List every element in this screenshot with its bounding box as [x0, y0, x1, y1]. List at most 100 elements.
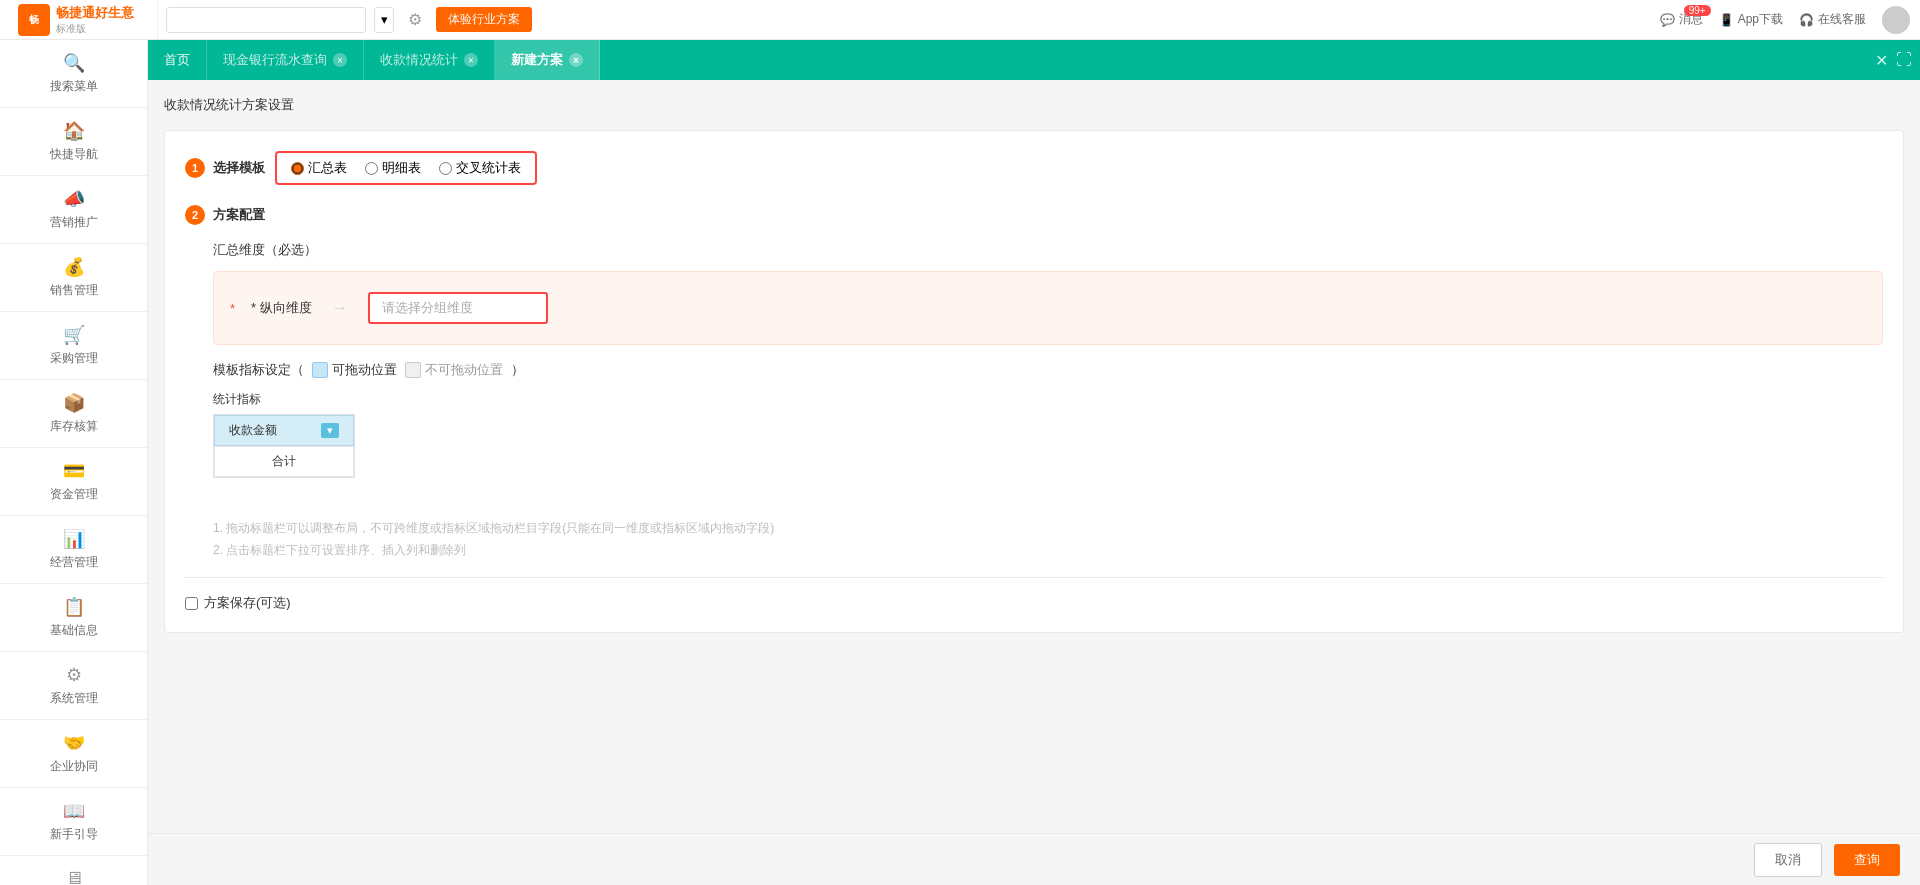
- metrics-cell-total: 合计: [214, 446, 354, 477]
- search-dropdown-btn[interactable]: ▾: [374, 7, 394, 33]
- save-option-row: 方案保存(可选): [185, 594, 1883, 612]
- tab-bar: 首页 现金银行流水查询 × 收款情况统计 × 新建方案 × ✕ ⛶: [148, 40, 1920, 80]
- cancel-button[interactable]: 取消: [1754, 843, 1822, 877]
- message-icon: 💬: [1660, 13, 1675, 27]
- user-avatar[interactable]: [1882, 6, 1910, 34]
- metrics-header-row: 收款金额 ▾: [214, 415, 354, 446]
- trial-btn[interactable]: 体验行业方案: [436, 7, 532, 32]
- fixed-indicator: 不可拖动位置: [405, 361, 503, 379]
- sidebar-item-hardware[interactable]: 🖥 智能硬件: [0, 856, 147, 885]
- service-btn[interactable]: 🎧 在线客服: [1799, 11, 1866, 28]
- sidebar-item-nav[interactable]: 🏠 快捷导航: [0, 108, 147, 176]
- collaboration-icon: 🤝: [63, 732, 85, 754]
- metrics-label-row: 模板指标设定（ 可拖动位置 不可拖动位置 ）: [213, 361, 1883, 379]
- step1-label: 选择模板: [213, 159, 265, 177]
- required-star: *: [230, 301, 235, 316]
- sidebar-item-collaboration[interactable]: 🤝 企业协同: [0, 720, 147, 788]
- tips-section: 1. 拖动标题栏可以调整布局，不可跨维度或指标区域拖动栏目字段(只能在同一维度或…: [213, 518, 1883, 561]
- download-icon: 📱: [1719, 13, 1734, 27]
- sidebar-label-management: 经营管理: [50, 554, 98, 571]
- tab-collection-stats-close[interactable]: ×: [464, 53, 478, 67]
- sidebar-label-system: 系统管理: [50, 690, 98, 707]
- radio-detail-label: 明细表: [382, 159, 421, 177]
- draggable-label: 可拖动位置: [332, 361, 397, 379]
- fixed-label: 不可拖动位置: [425, 361, 503, 379]
- sidebar-label-search: 搜索菜单: [50, 78, 98, 95]
- system-icon: ⚙: [66, 664, 82, 686]
- radio-cross-input[interactable]: [439, 162, 452, 175]
- download-btn[interactable]: 📱 App下载: [1719, 11, 1783, 28]
- tab-new-plan-close[interactable]: ×: [569, 53, 583, 67]
- tab-bar-right: ✕ ⛶: [1875, 51, 1920, 70]
- sidebar-label-collaboration: 企业协同: [50, 758, 98, 775]
- sidebar: 🔍 搜索菜单 🏠 快捷导航 📣 营销推广 💰 销售管理 🛒 采购管理 📦 库存核…: [0, 40, 148, 885]
- sidebar-item-basic-info[interactable]: 📋 基础信息: [0, 584, 147, 652]
- radio-cross-label: 交叉统计表: [456, 159, 521, 177]
- sidebar-item-search[interactable]: 🔍 搜索菜单: [0, 40, 147, 108]
- step1-indicator: 1 选择模板: [185, 158, 265, 178]
- step2-number: 2: [185, 205, 205, 225]
- dimension-select[interactable]: 请选择分组维度: [368, 292, 548, 324]
- total-label: 合计: [272, 454, 296, 468]
- metrics-table-area: 统计指标 收款金额 ▾: [213, 391, 1883, 478]
- settings-icon[interactable]: ⚙: [402, 7, 428, 33]
- save-checkbox[interactable]: [185, 597, 198, 610]
- metrics-table: 收款金额 ▾ 合计: [213, 414, 355, 478]
- tab-new-plan-label: 新建方案: [511, 51, 563, 69]
- dimension-area: * * 纵向维度 → 请选择分组维度: [213, 271, 1883, 345]
- metrics-data-row: 合计: [214, 446, 354, 477]
- sidebar-item-marketing[interactable]: 📣 营销推广: [0, 176, 147, 244]
- tab-collection-stats[interactable]: 收款情况统计 ×: [364, 40, 495, 80]
- radio-summary-input[interactable]: [291, 162, 304, 175]
- page-content: 收款情况统计方案设置 1 选择模板 汇总表: [148, 80, 1920, 833]
- radio-detail-input[interactable]: [365, 162, 378, 175]
- sidebar-label-basic-info: 基础信息: [50, 622, 98, 639]
- tab-home[interactable]: 首页: [148, 40, 207, 80]
- search-menu-icon: 🔍: [63, 52, 85, 74]
- sidebar-item-management[interactable]: 📊 经营管理: [0, 516, 147, 584]
- step2-label: 方案配置: [213, 206, 265, 224]
- radio-summary[interactable]: 汇总表: [291, 159, 347, 177]
- page-footer: 取消 查询: [148, 833, 1920, 885]
- radio-detail[interactable]: 明细表: [365, 159, 421, 177]
- tab-cash-flow[interactable]: 现金银行流水查询 ×: [207, 40, 364, 80]
- template-selection-box: 汇总表 明细表 交叉统计表: [275, 151, 537, 185]
- close-window-btn[interactable]: ✕: [1875, 51, 1888, 70]
- tip2: 2. 点击标题栏下拉可设置排序、插入列和删除列: [213, 540, 1883, 562]
- management-icon: 📊: [63, 528, 85, 550]
- vertical-dimension-label: * 纵向维度: [251, 299, 312, 317]
- marketing-icon: 📣: [63, 188, 85, 210]
- search-input[interactable]: [166, 7, 366, 33]
- step2-indicator: 2 方案配置: [185, 205, 1883, 225]
- tab-cash-flow-close[interactable]: ×: [333, 53, 347, 67]
- sidebar-item-guide[interactable]: 📖 新手引导: [0, 788, 147, 856]
- download-label: App下载: [1738, 11, 1783, 28]
- maximize-btn[interactable]: ⛶: [1896, 51, 1912, 69]
- radio-cross[interactable]: 交叉统计表: [439, 159, 521, 177]
- dimension-row: * * 纵向维度 → 请选择分组维度: [230, 292, 1866, 324]
- query-button[interactable]: 查询: [1834, 844, 1900, 876]
- logo-text: 畅捷通好生意: [56, 4, 134, 22]
- service-label: 在线客服: [1818, 11, 1866, 28]
- top-search-area: ▾ ⚙ 体验行业方案: [166, 7, 1652, 33]
- sidebar-item-purchase[interactable]: 🛒 采购管理: [0, 312, 147, 380]
- nav-icon: 🏠: [63, 120, 85, 142]
- metrics-name: 收款金额: [229, 422, 277, 439]
- basic-info-icon: 📋: [63, 596, 85, 618]
- logo-badge: 标准版: [56, 22, 134, 36]
- sales-icon: 💰: [63, 256, 85, 278]
- breadcrumb: 收款情况统计方案设置: [164, 96, 1904, 114]
- logo-icon: 畅: [18, 4, 50, 36]
- draggable-dot: [312, 362, 328, 378]
- finance-icon: 💳: [63, 460, 85, 482]
- sidebar-label-nav: 快捷导航: [50, 146, 98, 163]
- sidebar-item-sales[interactable]: 💰 销售管理: [0, 244, 147, 312]
- logo-area: 畅 畅捷通好生意 标准版: [10, 0, 158, 40]
- top-right-area: 💬 消息 99+ 📱 App下载 🎧 在线客服: [1660, 6, 1910, 34]
- sidebar-item-system[interactable]: ⚙ 系统管理: [0, 652, 147, 720]
- sidebar-item-inventory[interactable]: 📦 库存核算: [0, 380, 147, 448]
- metrics-dropdown-btn[interactable]: ▾: [321, 423, 339, 438]
- tab-new-plan[interactable]: 新建方案 ×: [495, 40, 600, 80]
- sidebar-item-finance[interactable]: 💳 资金管理: [0, 448, 147, 516]
- messages-btn[interactable]: 💬 消息 99+: [1660, 11, 1703, 28]
